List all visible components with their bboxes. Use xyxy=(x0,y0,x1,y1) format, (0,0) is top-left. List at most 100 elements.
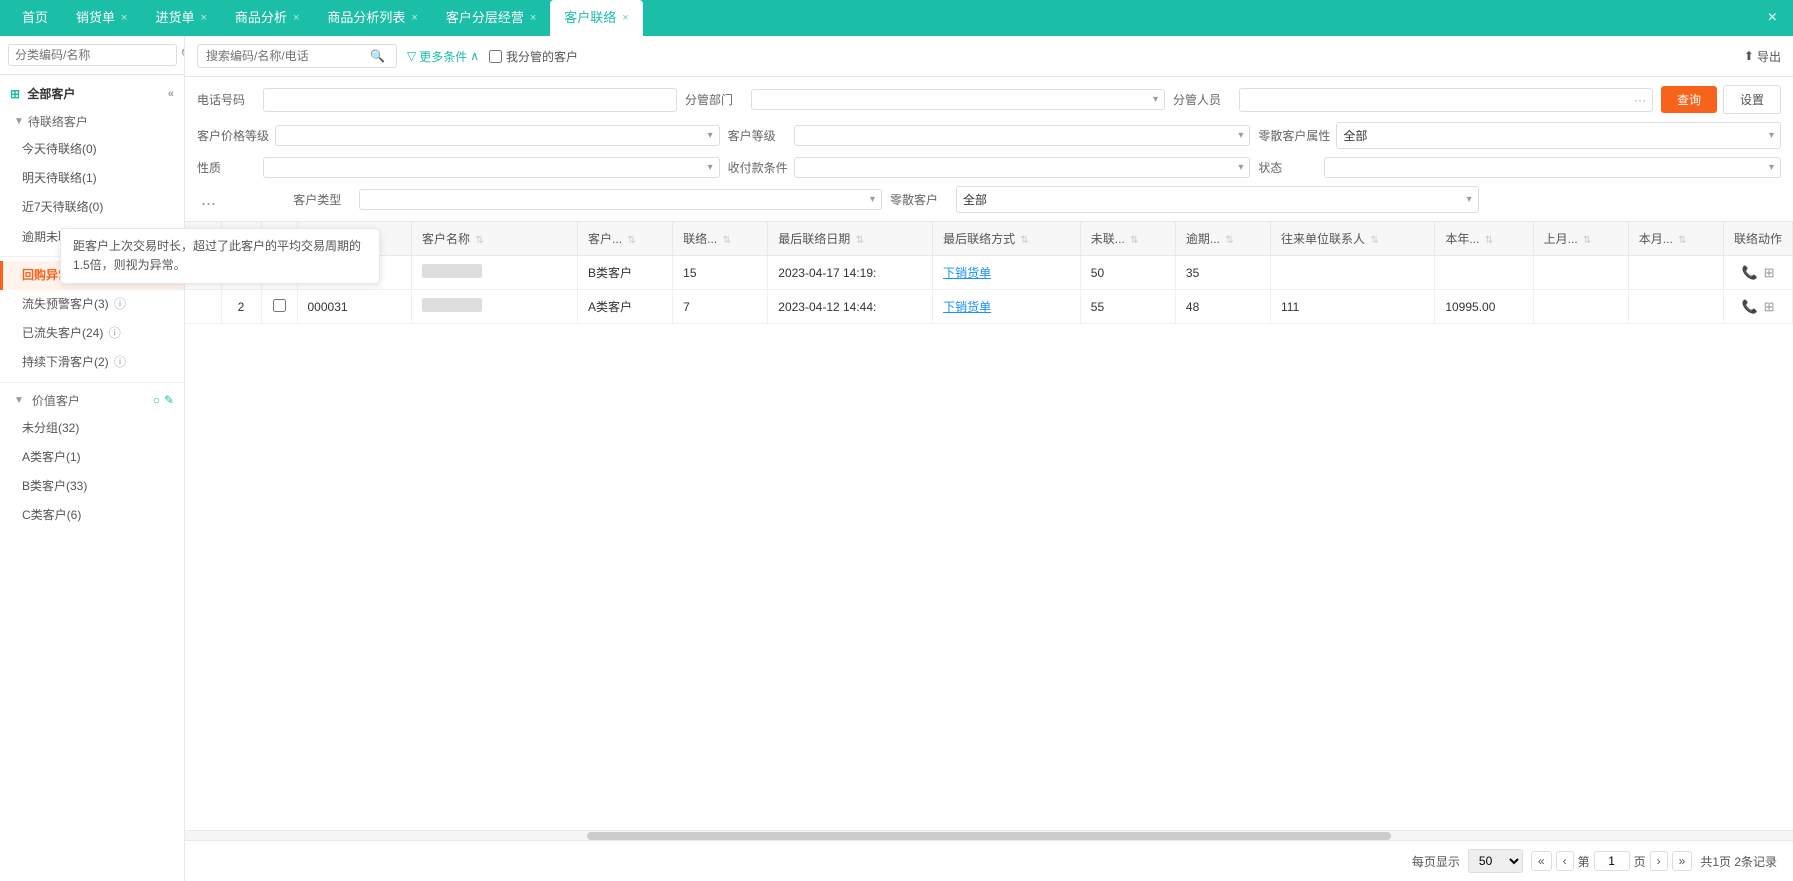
prev-page-btn[interactable]: ‹ xyxy=(1556,851,1574,871)
close-all-tabs[interactable]: × xyxy=(1760,9,1785,27)
phone-action-icon[interactable]: 📞 xyxy=(1741,265,1757,281)
sort-icon12[interactable]: ⇅ xyxy=(1678,235,1686,246)
page-input[interactable] xyxy=(1594,851,1630,871)
sort-icon2[interactable]: ⇅ xyxy=(475,235,483,246)
more-btn[interactable]: ... xyxy=(197,189,220,210)
price-level-select[interactable]: ▾ xyxy=(275,125,720,146)
filter-form: 电话号码 分管部门 ▾ 分管人员 ··· 查询 设置 xyxy=(185,77,1793,222)
row-last-month2 xyxy=(1533,290,1628,324)
all-customers-title[interactable]: ⊞ 全部客户 « xyxy=(0,79,184,108)
query-btn[interactable]: 查询 xyxy=(1661,86,1717,113)
sidebar-item-ungrouped[interactable]: 未分组(32) xyxy=(0,414,184,443)
sidebar-item-c-class[interactable]: C类客户(6) xyxy=(0,501,184,530)
customer-type-select[interactable]: ▾ xyxy=(359,189,882,210)
collapse-icon[interactable]: « xyxy=(168,88,174,100)
page-nav: « ‹ 第 页 › » xyxy=(1531,851,1692,871)
sidebar-item-a-class[interactable]: A类客户(1) xyxy=(0,443,184,472)
per-page-select[interactable]: 50 20 100 xyxy=(1468,849,1523,873)
sort-icon7[interactable]: ⇅ xyxy=(1130,235,1138,246)
close-icon[interactable]: × xyxy=(411,0,417,36)
filter-cell-phone: 电话号码 xyxy=(197,88,677,112)
value-customers-label[interactable]: ▼ 价值客户 ○ ✎ xyxy=(0,387,184,414)
row-last-month xyxy=(1533,256,1628,290)
grid-action-icon[interactable]: ⊞ xyxy=(1764,265,1775,281)
sort-icon3[interactable]: ⇅ xyxy=(627,235,635,246)
tab-home[interactable]: 首页 xyxy=(8,0,62,36)
sidebar-item-b-class[interactable]: B类客户(33) xyxy=(0,472,184,501)
filter-cell-person: 分管人员 ··· xyxy=(1173,88,1653,112)
payment-select[interactable]: ▾ xyxy=(794,157,1251,178)
dept-select[interactable]: ▾ xyxy=(751,89,1165,110)
close-icon[interactable]: × xyxy=(530,0,536,36)
filter-bar: 🔍 ▽ 更多条件 ∧ 我分管的客户 ⬆ 导出 xyxy=(185,36,1793,77)
status-select[interactable]: ▾ xyxy=(1324,157,1781,178)
sidebar-item-tomorrow[interactable]: 明天待联络(1) xyxy=(0,164,184,193)
retail-customer-select[interactable]: 全部 ▾ xyxy=(956,186,1479,213)
grid-action-icon2[interactable]: ⊞ xyxy=(1764,299,1775,315)
value-customer-edit-icon[interactable]: ○ xyxy=(153,393,160,407)
filter-cell-dept: 分管部门 ▾ xyxy=(685,89,1165,110)
filter-cell-more: ... xyxy=(197,189,285,210)
row-select2[interactable] xyxy=(273,299,286,312)
main-search-icon[interactable]: 🔍 xyxy=(370,49,385,63)
filter-cell-retail-attr: 零散客户属性 全部 ▾ xyxy=(1258,122,1781,149)
gender-select[interactable]: ▾ xyxy=(263,157,720,178)
sort-icon4[interactable]: ⇅ xyxy=(723,235,731,246)
scrollbar-thumb[interactable] xyxy=(587,832,1391,840)
export-btn[interactable]: ⬆ 导出 xyxy=(1744,48,1781,65)
tab-purchase[interactable]: 进货单 × xyxy=(141,0,220,36)
chevron-down-icon6: ▾ xyxy=(1238,162,1243,173)
col-unit-contacts: 往来单位联系人 ⇅ xyxy=(1271,222,1435,256)
tab-customer-contact[interactable]: 客户联络 × xyxy=(550,0,642,36)
more-conditions-btn[interactable]: ▽ 更多条件 ∧ xyxy=(407,48,479,65)
row-contact: 15 xyxy=(673,256,768,290)
filter-cell-price-level: 客户价格等级 ▾ xyxy=(197,125,720,146)
tab-product-analysis[interactable]: 商品分析 × xyxy=(221,0,313,36)
my-customers-check[interactable] xyxy=(489,50,502,63)
action-icons: 📞 ⊞ xyxy=(1734,265,1782,281)
sidebar-item-7days[interactable]: 近7天待联络(0) xyxy=(0,193,184,222)
last-page-btn[interactable]: » xyxy=(1672,851,1693,871)
sidebar-search-input[interactable] xyxy=(8,44,177,66)
sort-icon9[interactable]: ⇅ xyxy=(1370,235,1378,246)
sidebar-item-lost-warning[interactable]: 流失预警客户(3) ⓘ xyxy=(0,290,184,319)
sort-icon6[interactable]: ⇅ xyxy=(1020,235,1028,246)
value-customer-add-icon[interactable]: ✎ xyxy=(164,393,174,407)
tab-sales[interactable]: 销货单 × xyxy=(62,0,141,36)
row-last-contact-date: 2023-04-17 14:19: xyxy=(768,256,933,290)
horizontal-scrollbar[interactable] xyxy=(185,830,1793,840)
close-icon[interactable]: × xyxy=(121,0,127,36)
close-icon[interactable]: × xyxy=(622,0,628,36)
settings-btn[interactable]: 设置 xyxy=(1723,85,1781,114)
first-page-btn[interactable]: « xyxy=(1531,851,1552,871)
phone-action-icon2[interactable]: 📞 xyxy=(1741,299,1757,315)
pending-section-label[interactable]: ▼ 待联络客户 xyxy=(0,108,184,135)
last-contact-link2[interactable]: 下销货单 xyxy=(943,300,991,314)
sort-icon11[interactable]: ⇅ xyxy=(1583,235,1591,246)
close-icon[interactable]: × xyxy=(293,0,299,36)
sort-icon8[interactable]: ⇅ xyxy=(1225,235,1233,246)
chevron-down-icon: ▾ xyxy=(1153,94,1158,105)
last-contact-link[interactable]: 下销货单 xyxy=(943,266,991,280)
sidebar-item-today[interactable]: 今天待联络(0) xyxy=(0,135,184,164)
sort-icon5[interactable]: ⇅ xyxy=(856,235,864,246)
close-icon[interactable]: × xyxy=(200,0,206,36)
next-page-btn[interactable]: › xyxy=(1650,851,1668,871)
sort-icon10[interactable]: ⇅ xyxy=(1485,235,1493,246)
row-last-contact-method[interactable]: 下销货单 xyxy=(933,256,1081,290)
col-contact: 联络... ⇅ xyxy=(673,222,768,256)
row-this-month xyxy=(1628,256,1723,290)
retail-attr-select[interactable]: 全部 ▾ xyxy=(1336,122,1781,149)
phone-input[interactable] xyxy=(263,88,677,112)
row-last-contact-method2[interactable]: 下销货单 xyxy=(933,290,1081,324)
customer-level-select[interactable]: ▾ xyxy=(794,125,1251,146)
sidebar-item-lost[interactable]: 已流失客户(24) ⓘ xyxy=(0,319,184,348)
sidebar-item-declining[interactable]: 持续下滑客户(2) ⓘ xyxy=(0,348,184,377)
sidebar-body: ⊞ 全部客户 « ▼ 待联络客户 今天待联络(0) 明天待联络(1) 近7天待联… xyxy=(0,75,184,881)
sidebar-search-area: 🔍 xyxy=(0,36,184,75)
person-select[interactable]: ··· xyxy=(1239,88,1653,112)
tab-product-analysis-list[interactable]: 商品分析列表 × xyxy=(313,0,431,36)
row-uncontacted: 50 xyxy=(1080,256,1175,290)
tab-customer-tier[interactable]: 客户分层经营 × xyxy=(432,0,550,36)
main-search-input[interactable] xyxy=(206,49,366,63)
